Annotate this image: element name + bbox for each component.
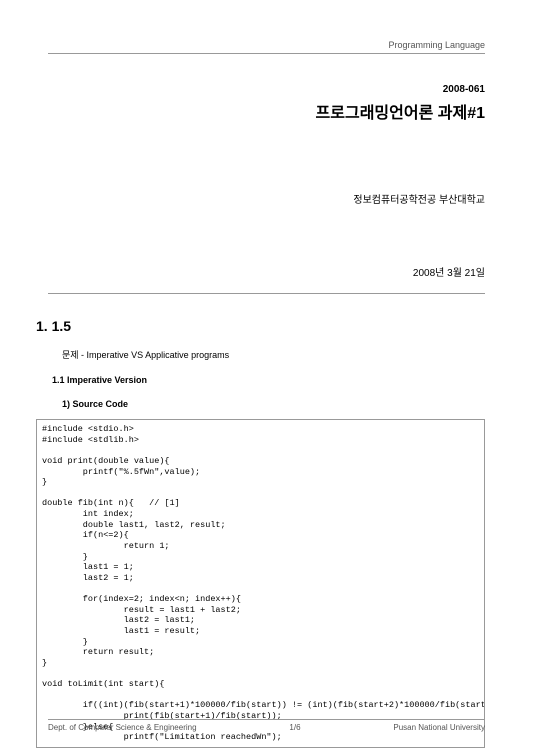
footer-page-number: 1/6 (289, 723, 300, 732)
title-separator (48, 293, 485, 294)
footer-dept: Dept. of Computer Science & Engineering (48, 723, 197, 732)
footer-divider (48, 719, 485, 720)
department: 정보컴퓨터공학전공 부산대학교 (48, 191, 485, 206)
header-course-name: Programming Language (48, 40, 485, 50)
section-number: 1. 1.5 (36, 318, 485, 334)
document-title: 프로그래밍언어론 과제#1 (48, 99, 485, 123)
subsection-heading: 1.1 Imperative Version (52, 375, 485, 385)
header-divider (48, 53, 485, 54)
page-footer: Dept. of Computer Science & Engineering … (48, 719, 485, 732)
problem-text: 문제 - Imperative VS Applicative programs (62, 348, 485, 361)
source-code-box: #include <stdio.h> #include <stdlib.h> v… (36, 419, 485, 748)
course-id: 2008-061 (48, 84, 485, 95)
item-heading: 1) Source Code (62, 399, 485, 409)
footer-university: Pusan National University (393, 723, 485, 732)
date: 2008년 3월 21일 (48, 264, 485, 279)
